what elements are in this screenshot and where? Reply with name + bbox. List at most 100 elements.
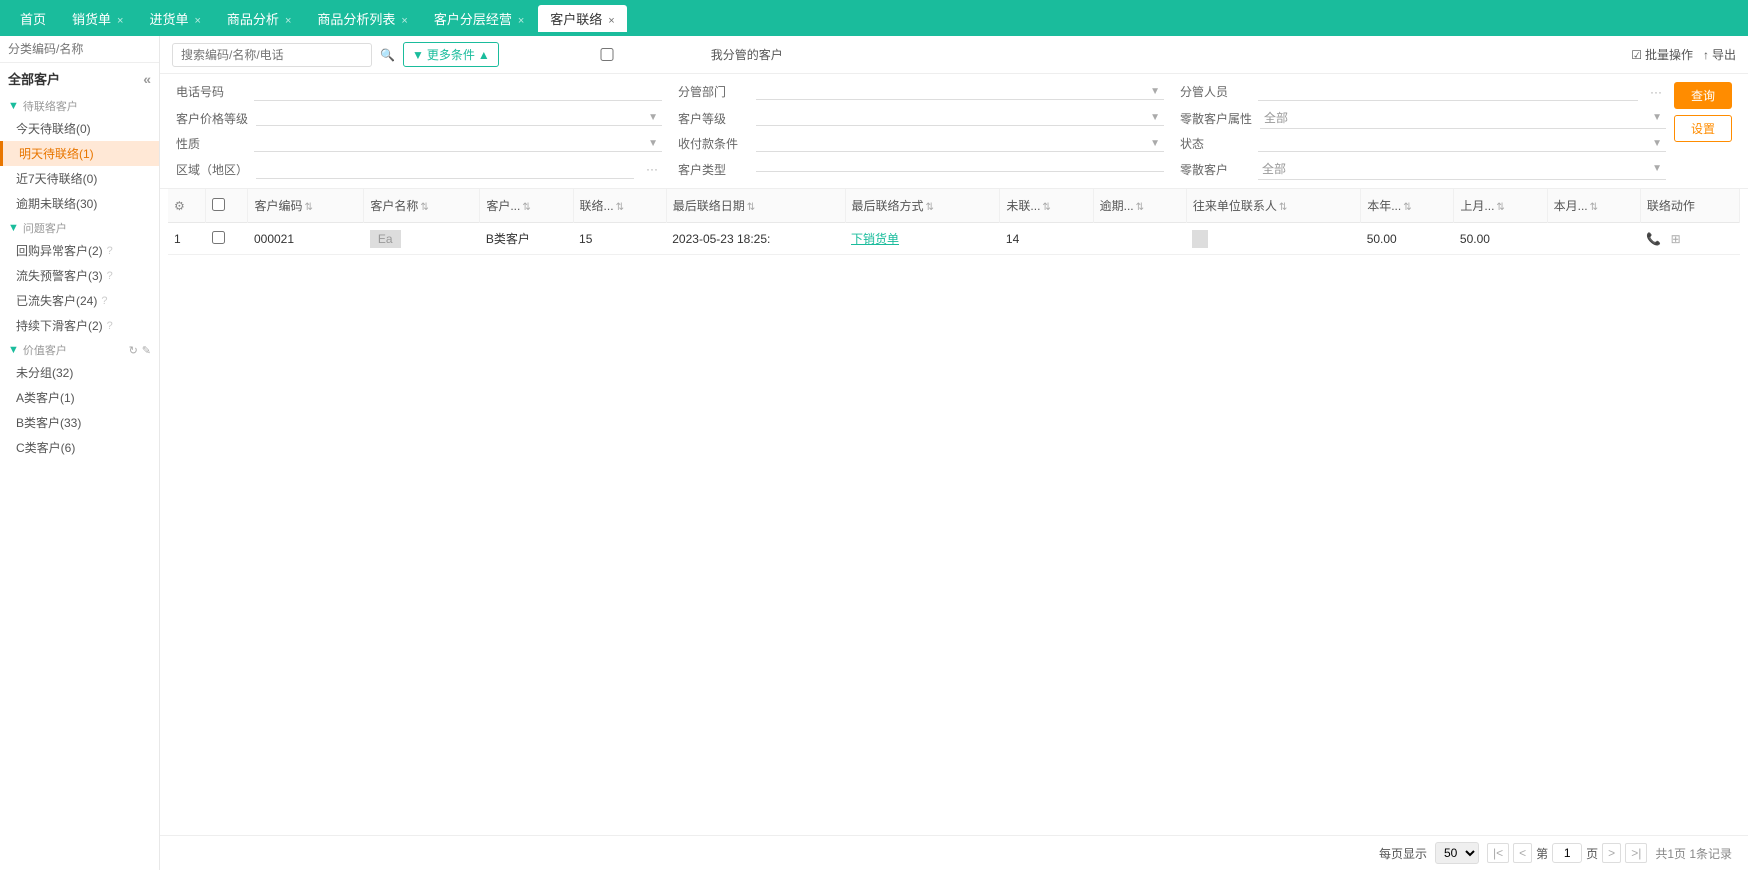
customer-grade-label: 客户等级 [678,110,748,127]
sidebar-item-churn-warning[interactable]: 流失预警客户(3) ? [0,263,159,288]
help-icon4[interactable]: ? [107,320,113,332]
customer-table: ⚙ 客户编码⇅ 客户名称⇅ 客户...⇅ 联络...⇅ 最后联络日期⇅ 最后联络… [168,189,1740,255]
more-conditions-btn[interactable]: ▼ 更多条件 ▲ [403,42,499,67]
nav-purchase-order[interactable]: 进货单× [137,5,212,32]
td-last-contact-method[interactable]: 下销货单 [845,223,1000,255]
customer-grade-select[interactable]: ▼ [756,110,1164,126]
table-area: ⚙ 客户编码⇅ 客户名称⇅ 客户...⇅ 联络...⇅ 最后联络日期⇅ 最后联络… [160,189,1748,835]
th-gear[interactable]: ⚙ [168,189,206,223]
sidebar-item-today-pending[interactable]: 今天待联络(0) [0,116,159,141]
help-icon3[interactable]: ? [101,295,107,307]
edit-icon[interactable]: ✎ [142,344,151,357]
my-customers-checkbox[interactable]: 我分管的客户 [507,46,783,63]
last-page-btn[interactable]: >| [1625,843,1647,863]
query-button[interactable]: 查询 [1674,82,1732,109]
select-all-checkbox[interactable] [212,198,225,211]
grid-action-icon[interactable]: ⊞ [1671,232,1681,246]
th-no-contact[interactable]: 未联...⇅ [1000,189,1093,223]
area-dots[interactable]: ··· [642,162,662,176]
td-checkbox[interactable] [206,223,248,255]
row-checkbox[interactable] [212,231,225,244]
th-overdue[interactable]: 逾期...⇅ [1093,189,1186,223]
nav-product-analysis-list[interactable]: 商品分析列表× [305,5,419,32]
th-unit-contact[interactable]: 往来单位联系人⇅ [1186,189,1360,223]
first-page-btn[interactable]: |< [1487,843,1509,863]
th-last-contact-method[interactable]: 最后联络方式⇅ [845,189,1000,223]
search-input[interactable] [172,43,372,67]
sort-icon2: ⇅ [420,202,428,213]
top-nav: 首页 销货单× 进货单× 商品分析× 商品分析列表× 客户分层经营× 客户联络× [0,0,1748,36]
prev-page-btn[interactable]: < [1513,843,1532,863]
dept-label: 分管部门 [678,83,748,100]
batch-op-button[interactable]: ☑ 批量操作 [1631,46,1693,63]
all-customers-header[interactable]: 全部客户 « [0,63,159,94]
nav-customer-contact[interactable]: 客户联络× [538,5,626,32]
sidebar-item-ungrouped[interactable]: 未分组(32) [0,360,159,385]
my-customers-check[interactable] [507,48,707,61]
phone-input[interactable] [254,82,662,101]
phone-action-icon[interactable]: 📞 [1646,232,1661,246]
person-input[interactable] [1258,82,1638,101]
payment-select[interactable]: ▼ [756,136,1164,152]
customer-type-select[interactable] [756,167,1164,172]
pagination-bar: 每页显示 50 |< < 第 页 > >| 共1页 1条记录 [160,835,1748,870]
person-dots[interactable]: ··· [1646,85,1666,99]
th-last-month[interactable]: 上月...⇅ [1454,189,1547,223]
nav-customer-tiering[interactable]: 客户分层经营× [422,5,536,32]
status-select[interactable]: ▼ [1258,136,1666,152]
area-input[interactable] [256,160,634,179]
td-this-month [1547,223,1640,255]
td-this-year: 50.00 [1361,223,1454,255]
th-last-contact-date[interactable]: 最后联络日期⇅ [666,189,845,223]
nav-product-analysis[interactable]: 商品分析× [215,5,303,32]
sidebar-item-tomorrow-pending[interactable]: 明天待联络(1) [0,141,159,166]
filter-cell-status: 状态 ▼ [1180,135,1666,152]
filter-bar-right: ☑ 批量操作 ↑ 导出 [1631,46,1736,63]
per-page-select[interactable]: 50 [1435,842,1479,864]
filter-cell-customer-type: 客户类型 [678,161,1164,178]
th-contact-count[interactable]: 联络...⇅ [573,189,666,223]
th-this-year[interactable]: 本年...⇅ [1361,189,1454,223]
th-this-month[interactable]: 本月...⇅ [1547,189,1640,223]
nav-sales-order[interactable]: 销货单× [60,5,135,32]
sidebar-search-input[interactable] [8,42,160,56]
next-page-btn[interactable]: > [1602,843,1621,863]
sidebar-item-a-type[interactable]: A类客户(1) [0,385,159,410]
help-icon2[interactable]: ? [107,270,113,282]
filter-cell-retail-attr: 零散客户属性 全部 ▼ [1180,107,1666,129]
dept-select[interactable]: ▼ [756,84,1164,100]
retail-attr-select[interactable]: 全部 ▼ [1260,107,1666,129]
sidebar-item-repurchase-anomaly[interactable]: 回购异常客户(2) ? [0,238,159,263]
td-action: 📞 ⊞ [1640,223,1739,255]
refresh-icon[interactable]: ↻ [129,344,138,357]
chevron-down-icon5: ▼ [648,138,658,149]
page-input[interactable] [1552,843,1582,863]
gear-icon[interactable]: ⚙ [174,199,185,213]
retail-customer-select[interactable]: 全部 ▼ [1258,158,1666,180]
help-icon[interactable]: ? [107,245,113,257]
nav-home[interactable]: 首页 [8,5,58,32]
filter-cell-person: 分管人员 ··· [1180,82,1666,101]
sidebar-item-overdue-pending[interactable]: 逾期未联络(30) [0,191,159,216]
sort-icon4: ⇅ [616,202,624,213]
sidebar-item-7day-pending[interactable]: 近7天待联络(0) [0,166,159,191]
price-grade-select[interactable]: ▼ [256,110,662,126]
price-grade-label: 客户价格等级 [176,110,248,127]
th-name[interactable]: 客户名称⇅ [364,189,480,223]
td-contact-count: 15 [573,223,666,255]
search-icon[interactable]: 🔍 [380,48,395,62]
th-checkbox[interactable] [206,189,248,223]
th-category[interactable]: 客户...⇅ [480,189,573,223]
export-button[interactable]: ↑ 导出 [1703,46,1736,63]
sidebar-item-b-type[interactable]: B类客户(33) [0,410,159,435]
sidebar-item-c-type[interactable]: C类客户(6) [0,435,159,460]
gender-select[interactable]: ▼ [254,136,662,152]
th-code[interactable]: 客户编码⇅ [248,189,364,223]
retail-attr-label: 零散客户属性 [1180,110,1252,127]
sidebar-item-churned[interactable]: 已流失客户(24) ? [0,288,159,313]
chevron-down-icon2: ▼ [648,112,658,123]
sidebar-item-declining[interactable]: 持续下滑客户(2) ? [0,313,159,338]
set-button[interactable]: 设置 [1674,115,1732,142]
payment-label: 收付款条件 [678,135,748,152]
table-header-row: ⚙ 客户编码⇅ 客户名称⇅ 客户...⇅ 联络...⇅ 最后联络日期⇅ 最后联络… [168,189,1740,223]
